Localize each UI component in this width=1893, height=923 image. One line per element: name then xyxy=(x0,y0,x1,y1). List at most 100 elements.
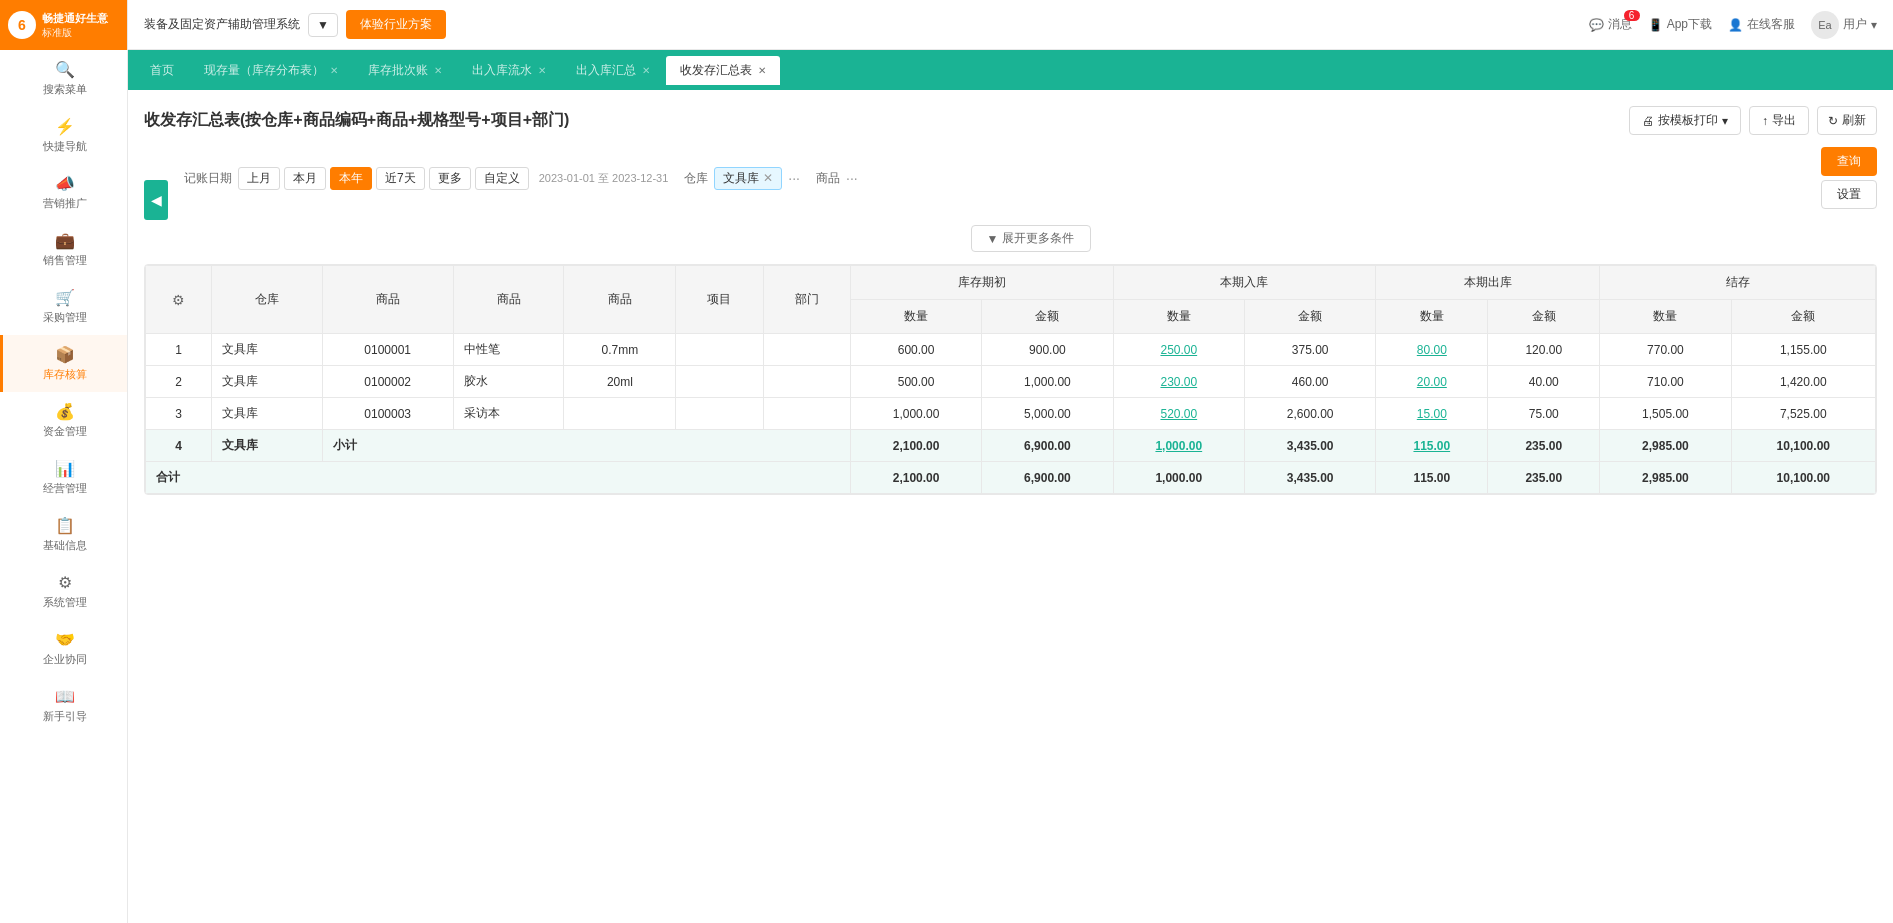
sidebar-icon-guide: 📖 xyxy=(55,687,75,706)
tab-close-1[interactable]: ✕ xyxy=(330,65,338,76)
online-service-button[interactable]: 👤 在线客服 xyxy=(1728,16,1795,33)
column-settings-icon[interactable]: ⚙ xyxy=(172,292,185,308)
cell-out-amt: 120.00 xyxy=(1488,334,1600,366)
refresh-button[interactable]: ↻ 刷新 xyxy=(1817,106,1877,135)
subtotal-opening-amt: 6,900.00 xyxy=(982,430,1113,462)
th-code: 商品 xyxy=(322,266,453,334)
cell-name: 采访本 xyxy=(453,398,564,430)
tab-0[interactable]: 首页 xyxy=(136,56,188,85)
page-title: 收发存汇总表(按仓库+商品编码+商品+规格型号+项目+部门) xyxy=(144,110,569,131)
cell-out-qty: 20.00 xyxy=(1376,366,1488,398)
out-qty-link[interactable]: 15.00 xyxy=(1417,407,1447,421)
cell-opening-qty: 500.00 xyxy=(850,366,981,398)
tab-label-0: 首页 xyxy=(150,62,174,79)
tab-close-5[interactable]: ✕ xyxy=(758,65,766,76)
main-area: 装备及固定资产辅助管理系统 ▼ 体验行业方案 💬 消息 6 📱 App下载 👤 … xyxy=(128,0,1893,923)
sidebar-item-nav[interactable]: ⚡快捷导航 xyxy=(0,107,127,164)
filter-settings-button[interactable]: 设置 xyxy=(1821,180,1877,209)
cell-closing-qty: 770.00 xyxy=(1600,334,1731,366)
in-qty-link[interactable]: 520.00 xyxy=(1160,407,1197,421)
filter-main: 记账日期 上月本月本年近7天更多自定义 2023-01-01 至 2023-12… xyxy=(184,147,1877,252)
tab-close-4[interactable]: ✕ xyxy=(642,65,650,76)
cell-project xyxy=(676,366,763,398)
date-btn-上月[interactable]: 上月 xyxy=(238,167,280,190)
print-button[interactable]: 🖨 按模板打印 ▾ xyxy=(1629,106,1741,135)
tab-4[interactable]: 出入库汇总 ✕ xyxy=(562,56,664,85)
sidebar-item-basic[interactable]: 📋基础信息 xyxy=(0,506,127,563)
out-qty-link[interactable]: 20.00 xyxy=(1417,375,1447,389)
tab-close-2[interactable]: ✕ xyxy=(434,65,442,76)
tab-close-3[interactable]: ✕ xyxy=(538,65,546,76)
cell-code: 0100001 xyxy=(322,334,453,366)
cell-opening-amt: 5,000.00 xyxy=(982,398,1113,430)
sidebar-item-guide[interactable]: 📖 新手引导 xyxy=(0,677,127,734)
warehouse-more[interactable]: ··· xyxy=(788,170,800,186)
th-name: 商品 xyxy=(453,266,564,334)
trial-button[interactable]: 体验行业方案 xyxy=(346,10,446,39)
date-btn-本月[interactable]: 本月 xyxy=(284,167,326,190)
date-btn-近7天[interactable]: 近7天 xyxy=(376,167,425,190)
export-icon: ↑ xyxy=(1762,114,1768,128)
tab-label-1: 现存量（库存分布表） xyxy=(204,62,324,79)
sidebar-label-sales: 销售管理 xyxy=(43,253,87,268)
tab-1[interactable]: 现存量（库存分布表） ✕ xyxy=(190,56,352,85)
subtotal-warehouse: 文具库 xyxy=(211,430,322,462)
warehouse-tag-remove[interactable]: ✕ xyxy=(763,171,773,185)
tab-3[interactable]: 出入库流水✕ xyxy=(458,56,560,85)
content-area: 收发存汇总表(按仓库+商品编码+商品+规格型号+项目+部门) 🖨 按模板打印 ▾… xyxy=(128,90,1893,923)
service-icon: 👤 xyxy=(1728,18,1743,32)
cell-opening-amt: 900.00 xyxy=(982,334,1113,366)
sidebar-item-system[interactable]: ⚙系统管理 xyxy=(0,563,127,620)
sidebar-icon-inventory: 📦 xyxy=(55,345,75,364)
sidebar-item-cooperation[interactable]: 🤝企业协同 xyxy=(0,620,127,677)
cell-closing-amt: 1,420.00 xyxy=(1731,366,1875,398)
th-settings: ⚙ xyxy=(146,266,212,334)
sidebar-label-operation: 经营管理 xyxy=(43,481,87,496)
sidebar-item-operation[interactable]: 📊经营管理 xyxy=(0,449,127,506)
messages-button[interactable]: 💬 消息 6 xyxy=(1589,16,1632,33)
goods-more[interactable]: ··· xyxy=(846,170,858,186)
sidebar-item-finance[interactable]: 💰资金管理 xyxy=(0,392,127,449)
system-name: 装备及固定资产辅助管理系统 xyxy=(144,16,300,33)
sidebar-label-purchase: 采购管理 xyxy=(43,310,87,325)
sidebar-item-search[interactable]: 🔍搜索菜单 xyxy=(0,50,127,107)
sidebar-item-sales[interactable]: 💼销售管理 xyxy=(0,221,127,278)
export-button[interactable]: ↑ 导出 xyxy=(1749,106,1809,135)
user-menu[interactable]: Ea 用户 ▾ xyxy=(1811,11,1877,39)
date-btn-本年[interactable]: 本年 xyxy=(330,167,372,190)
out-qty-link[interactable]: 80.00 xyxy=(1417,343,1447,357)
query-button[interactable]: 查询 xyxy=(1821,147,1877,176)
warehouse-filter: 仓库 文具库 ✕ ··· xyxy=(684,167,800,190)
app-download-button[interactable]: 📱 App下载 xyxy=(1648,16,1712,33)
expand-filter-btn[interactable]: ▼ 展开更多条件 xyxy=(971,225,1091,252)
sidebar-icon-purchase: 🛒 xyxy=(55,288,75,307)
subtotal-out-qty-link[interactable]: 115.00 xyxy=(1413,439,1450,453)
sidebar-item-inventory[interactable]: 📦库存核算 xyxy=(0,335,127,392)
table-row: 2 文具库 0100002 胶水 20ml 500.00 1,000.00 23… xyxy=(146,366,1876,398)
sidebar-item-marketing[interactable]: 📣营销推广 xyxy=(0,164,127,221)
total-out-amt: 235.00 xyxy=(1488,462,1600,494)
filter-collapse-btn[interactable]: ◀ xyxy=(144,180,168,220)
sidebar-item-purchase[interactable]: 🛒 采购管理 xyxy=(0,278,127,335)
date-btn-更多[interactable]: 更多 xyxy=(429,167,471,190)
cell-in-amt: 2,600.00 xyxy=(1244,398,1375,430)
chevron-down-icon: ▾ xyxy=(1722,114,1728,128)
sidebar-icon-basic: 📋 xyxy=(55,516,75,535)
tab-label-4: 出入库汇总 xyxy=(576,62,636,79)
cell-index: 1 xyxy=(146,334,212,366)
refresh-icon: ↻ xyxy=(1828,114,1838,128)
in-qty-link[interactable]: 250.00 xyxy=(1160,343,1197,357)
tab-5[interactable]: 收发存汇总表✕ xyxy=(666,56,780,85)
in-qty-link[interactable]: 230.00 xyxy=(1160,375,1197,389)
th-project: 项目 xyxy=(676,266,763,334)
cell-project xyxy=(676,398,763,430)
sidebar-label-guide: 新手引导 xyxy=(43,709,87,724)
tab-2[interactable]: 库存批次账✕ xyxy=(354,56,456,85)
phone-icon: 📱 xyxy=(1648,18,1663,32)
topbar-left: 装备及固定资产辅助管理系统 ▼ 体验行业方案 xyxy=(144,10,446,39)
cell-spec: 0.7mm xyxy=(564,334,676,366)
system-dropdown[interactable]: ▼ xyxy=(308,13,338,37)
date-btn-自定义[interactable]: 自定义 xyxy=(475,167,529,190)
expand-icon: ▼ xyxy=(987,232,999,246)
subtotal-in-qty-link[interactable]: 1,000.00 xyxy=(1155,439,1202,453)
